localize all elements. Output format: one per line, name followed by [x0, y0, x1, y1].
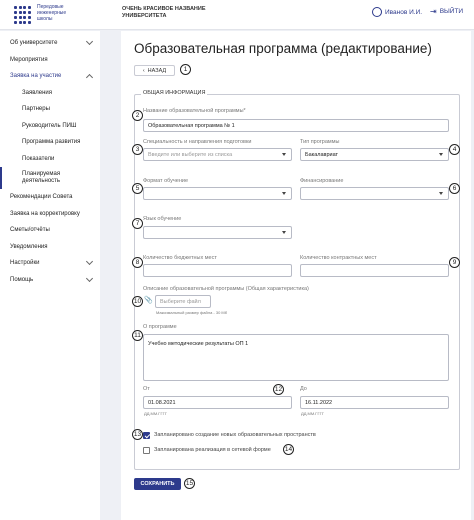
- sidebar-item-council[interactable]: Рекомендации Совета: [0, 189, 100, 206]
- chevron-down-icon: [85, 38, 94, 46]
- language-label: Язык обучение: [143, 216, 182, 222]
- description-label: Описание образовательной программы (Обща…: [143, 286, 309, 292]
- sidebar-item-events[interactable]: Мероприятия: [0, 52, 100, 69]
- university-name: ОЧЕНЬ КРАСИВОЕ НАЗВАНИЕ УНИВЕРСИТЕТА: [122, 6, 206, 19]
- sidebar-item-planned-activity[interactable]: Планируемая деятельность: [0, 167, 100, 189]
- page-title: Образовательная программа (редактировани…: [134, 41, 432, 56]
- format-select[interactable]: [143, 187, 292, 200]
- sidebar-item-program[interactable]: Программа развития: [0, 134, 100, 151]
- chevron-down-icon: [85, 274, 94, 282]
- sidebar-item-partners[interactable]: Партнеры: [0, 101, 100, 118]
- marker-10: 10: [132, 296, 143, 307]
- logout-icon: ⇥: [430, 7, 437, 16]
- spec-label: Специальность и направления подготовки: [143, 139, 252, 145]
- chevron-up-icon: [85, 73, 94, 81]
- save-button[interactable]: СОХРАНИТЬ: [134, 478, 181, 490]
- date-to-format: ДД.ММ.ГГГГ: [301, 411, 324, 416]
- marker-3: 3: [132, 144, 143, 155]
- marker-2: 2: [132, 110, 143, 121]
- caret-down-icon: [282, 153, 286, 156]
- chevron-left-icon: ‹: [142, 67, 145, 74]
- date-to-input[interactable]: 16.11.2022: [300, 396, 449, 409]
- marker-14: 14: [283, 444, 294, 455]
- marker-11: 11: [132, 330, 143, 341]
- sidebar-item-notifications[interactable]: Уведомления: [0, 239, 100, 256]
- format-label: Формат обучение: [143, 178, 188, 184]
- caret-down-icon: [282, 231, 286, 234]
- logo-text: Передовые инженерные школы: [37, 4, 67, 22]
- back-button[interactable]: ‹ НАЗАД: [134, 65, 175, 76]
- program-type-select[interactable]: Бакалавриат: [300, 148, 449, 161]
- marker-8: 8: [132, 257, 143, 268]
- network-form-checkbox[interactable]: [143, 447, 150, 454]
- user-icon: [372, 7, 382, 17]
- date-from-input[interactable]: 01.08.2021: [143, 396, 292, 409]
- logo-icon: [14, 6, 32, 24]
- marker-12: 12: [273, 384, 284, 395]
- sidebar-item-head[interactable]: Руководитель ПИШ: [0, 118, 100, 135]
- name-label: Название образовательной программы*: [143, 108, 246, 114]
- sidebar-item-application[interactable]: Заявка на участие: [0, 68, 100, 85]
- date-from-format: ДД.ММ.ГГГГ: [144, 411, 167, 416]
- sidebar-item-help[interactable]: Помощь: [0, 272, 100, 289]
- type-label: Тип программы: [300, 139, 340, 145]
- about-textarea[interactable]: Учебно методические результаты ОП 1: [143, 334, 449, 381]
- sidebar: Об университете Мероприятия Заявка на уч…: [0, 31, 100, 520]
- user-name: Иванов И.И.: [385, 8, 423, 16]
- logout-button[interactable]: ⇥ ВЫЙТИ: [430, 7, 463, 16]
- caret-down-icon: [439, 192, 443, 195]
- specialty-select[interactable]: Введите или выберите из списка: [143, 148, 292, 161]
- language-select[interactable]: [143, 226, 292, 239]
- chevron-down-icon: [85, 258, 94, 266]
- sidebar-item-estimates[interactable]: Сметы/отчёты: [0, 222, 100, 239]
- funding-label: Финансирование: [300, 178, 344, 184]
- budget-places-label: Количество бюджетных мест: [143, 255, 217, 261]
- marker-4: 4: [449, 144, 460, 155]
- to-label: До: [300, 386, 307, 392]
- from-label: От: [143, 386, 150, 392]
- about-label: О программе: [143, 324, 177, 330]
- sidebar-item-settings[interactable]: Настройки: [0, 255, 100, 272]
- new-spaces-label: Запланировано создание новых образовател…: [154, 432, 316, 438]
- sidebar-item-correction[interactable]: Заявка на корректировку: [0, 206, 100, 223]
- section-legend: ОБЩАЯ ИНФОРМАЦИЯ: [141, 90, 208, 96]
- marker-7: 7: [132, 218, 143, 229]
- program-name-input[interactable]: Образовательная программа № 1: [143, 119, 449, 132]
- paperclip-icon: 📎: [144, 297, 153, 304]
- marker-6: 6: [449, 183, 460, 194]
- marker-1: 1: [180, 64, 191, 75]
- sidebar-item-about[interactable]: Об университете: [0, 35, 100, 52]
- file-size-hint: Максимальный размер файла - 30 Мб: [156, 310, 228, 315]
- marker-9: 9: [449, 257, 460, 268]
- funding-select[interactable]: [300, 187, 449, 200]
- marker-13: 13: [132, 429, 143, 440]
- contract-places-label: Количество контрактных мест: [300, 255, 377, 261]
- new-spaces-checkbox[interactable]: [143, 432, 150, 439]
- budget-places-input[interactable]: [143, 264, 292, 277]
- caret-down-icon: [439, 153, 443, 156]
- user-menu[interactable]: Иванов И.И.: [372, 7, 422, 17]
- file-select-input[interactable]: Выберите файл: [155, 295, 211, 308]
- contract-places-input[interactable]: [300, 264, 449, 277]
- sidebar-item-statements[interactable]: Заявления: [0, 85, 100, 102]
- sidebar-item-indicators[interactable]: Показатели: [0, 151, 100, 168]
- caret-down-icon: [282, 192, 286, 195]
- top-bar: Передовые инженерные школы ОЧЕНЬ КРАСИВО…: [0, 0, 474, 30]
- network-form-label: Запланирована реализация в сетевой форме: [154, 447, 271, 453]
- marker-5: 5: [132, 183, 143, 194]
- marker-15: 15: [184, 478, 195, 489]
